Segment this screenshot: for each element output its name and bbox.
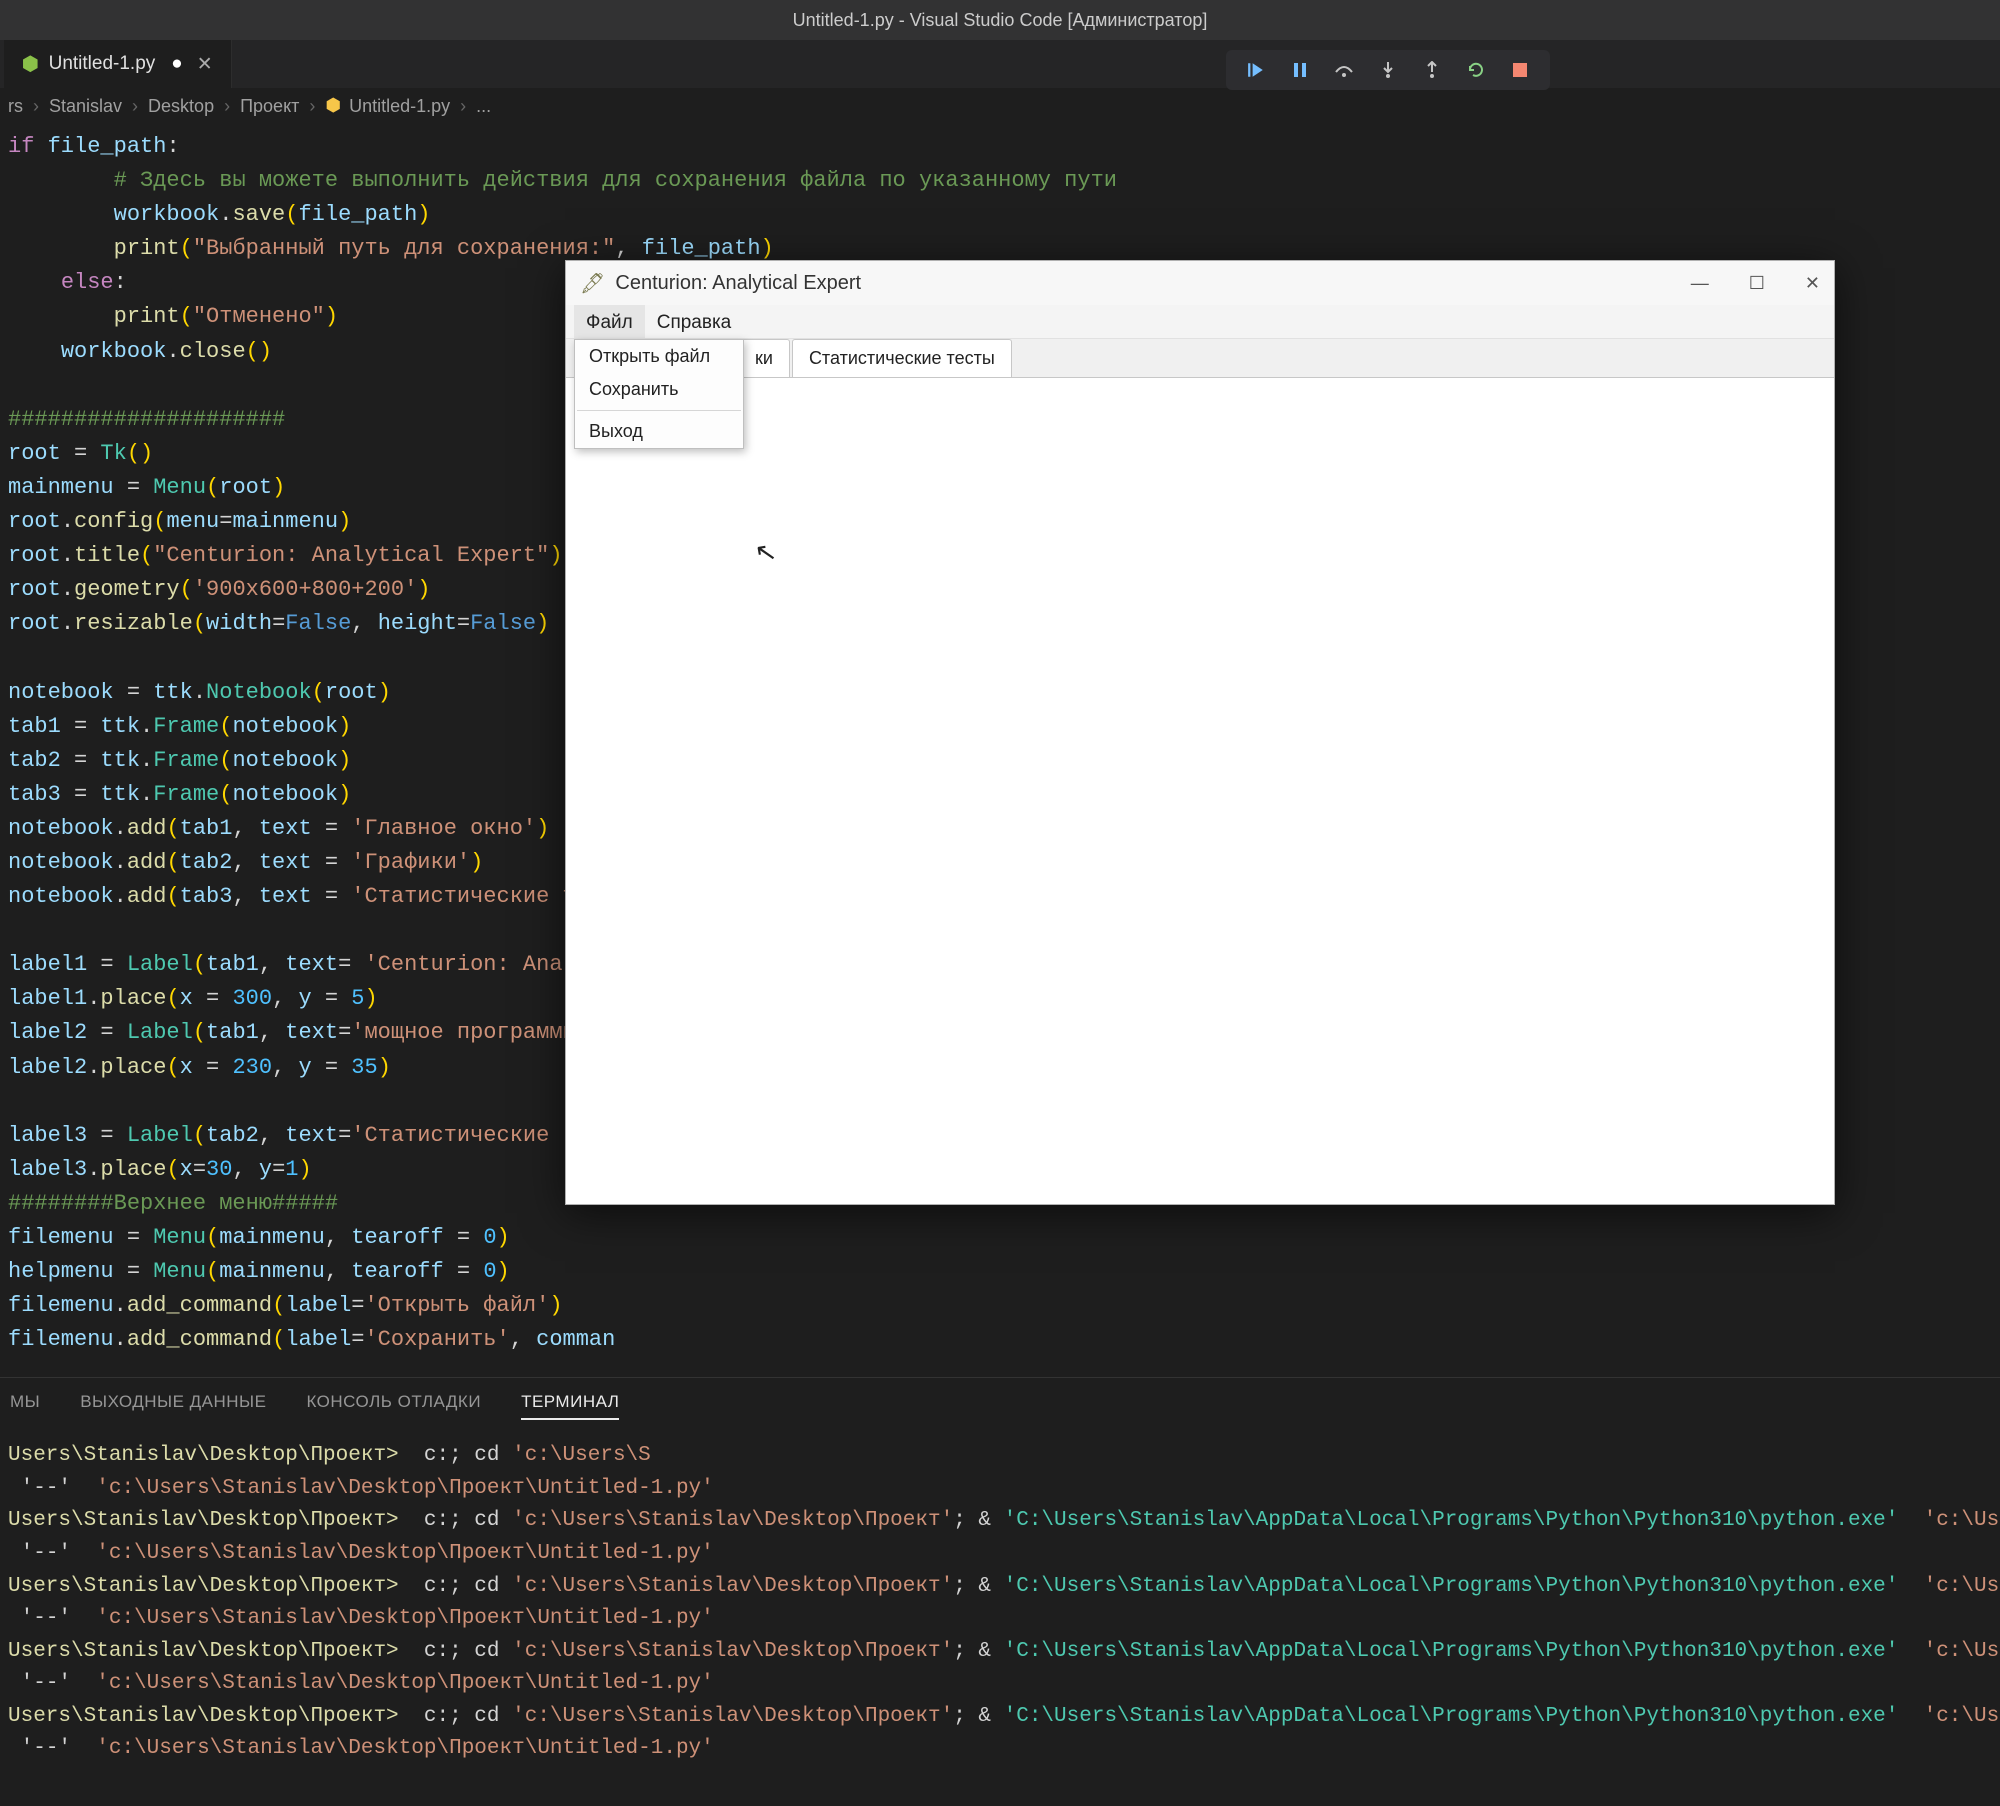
stop-icon[interactable] [1510,60,1530,80]
crumb-segment[interactable]: rs [8,96,23,117]
breadcrumb[interactable]: rs › Stanislav › Desktop › Проект › ⬢Untitle… [0,88,2000,124]
tk-file-dropdown: Открыть файл Сохранить Выход [574,339,744,449]
panel-tab-debug-console[interactable]: КОНСОЛЬ ОТЛАДКИ [306,1392,481,1420]
pause-icon[interactable] [1290,60,1310,80]
tk-menuitem-exit[interactable]: Выход [575,415,743,448]
python-icon: ⬢ [22,53,39,76]
panel-tab-terminal[interactable]: ТЕРМИНАЛ [521,1392,619,1420]
tk-tab-stats[interactable]: Статистические тесты [792,339,1012,377]
crumb-segment[interactable]: Проект [240,96,299,117]
chevron-right-icon: › [460,96,466,117]
step-over-icon[interactable] [1334,60,1354,80]
chevron-right-icon: › [33,96,39,117]
crumb-segment[interactable]: Desktop [148,96,214,117]
panel-tab-output[interactable]: ВЫХОДНЫЕ ДАННЫЕ [80,1392,266,1420]
maximize-icon[interactable]: ☐ [1749,273,1765,294]
tk-titlebar[interactable]: 🖋 Centurion: Analytical Expert — ☐ ✕ [566,261,1834,305]
close-icon[interactable]: ✕ [197,53,213,76]
minimize-icon[interactable]: — [1691,273,1709,294]
restart-icon[interactable] [1466,60,1486,80]
tk-menu-file[interactable]: Файл [574,305,645,338]
panel-tabstrip: МЫ ВЫХОДНЫЕ ДАННЫЕ КОНСОЛЬ ОТЛАДКИ ТЕРМИ… [0,1377,2000,1434]
tk-menu-separator [577,410,741,411]
chevron-right-icon: › [224,96,230,117]
tk-tab-partial[interactable]: ки [738,339,790,377]
tab-dirty-indicator: ● [171,53,182,75]
editor-tab-untitled[interactable]: ⬢ Untitled-1.py ● ✕ [4,40,232,88]
crumb-segment[interactable]: Stanislav [49,96,122,117]
step-into-icon[interactable] [1378,60,1398,80]
tkinter-app-window[interactable]: 🖋 Centurion: Analytical Expert — ☐ ✕ Фай… [565,260,1835,1205]
tk-menuitem-open[interactable]: Открыть файл [575,340,743,373]
continue-icon[interactable] [1246,60,1266,80]
tk-window-title: Centurion: Analytical Expert [615,272,861,295]
editor-tabstrip: ⬢ Untitled-1.py ● ✕ [0,40,2000,88]
window-title: Untitled-1.py - Visual Studio Code [Адми… [793,10,1208,31]
crumb-file[interactable]: ⬢Untitled-1.py [325,95,450,117]
terminal-pane[interactable]: Users\Stanislav\Desktop\Проект> c:; cd '… [0,1434,2000,1805]
tab-filename: Untitled-1.py [49,53,156,75]
tk-menu-help[interactable]: Справка [645,305,744,338]
chevron-right-icon: › [132,96,138,117]
python-icon: ⬢ [325,95,341,117]
close-icon[interactable]: ✕ [1805,273,1820,294]
tk-menuitem-save[interactable]: Сохранить [575,373,743,406]
step-out-icon[interactable] [1422,60,1442,80]
tk-tab-content [566,377,1834,1204]
crumb-tail[interactable]: ... [476,96,491,117]
chevron-right-icon: › [309,96,315,117]
panel-tab-problems[interactable]: МЫ [10,1392,40,1420]
tk-notebook-tabs: ки Статистические тесты [566,339,1834,377]
vscode-titlebar: Untitled-1.py - Visual Studio Code [Адми… [0,0,2000,40]
tk-feather-icon: 🖋 [580,271,605,296]
tk-menubar: Файл Справка [566,305,1834,339]
debug-toolbar [1226,50,1550,90]
